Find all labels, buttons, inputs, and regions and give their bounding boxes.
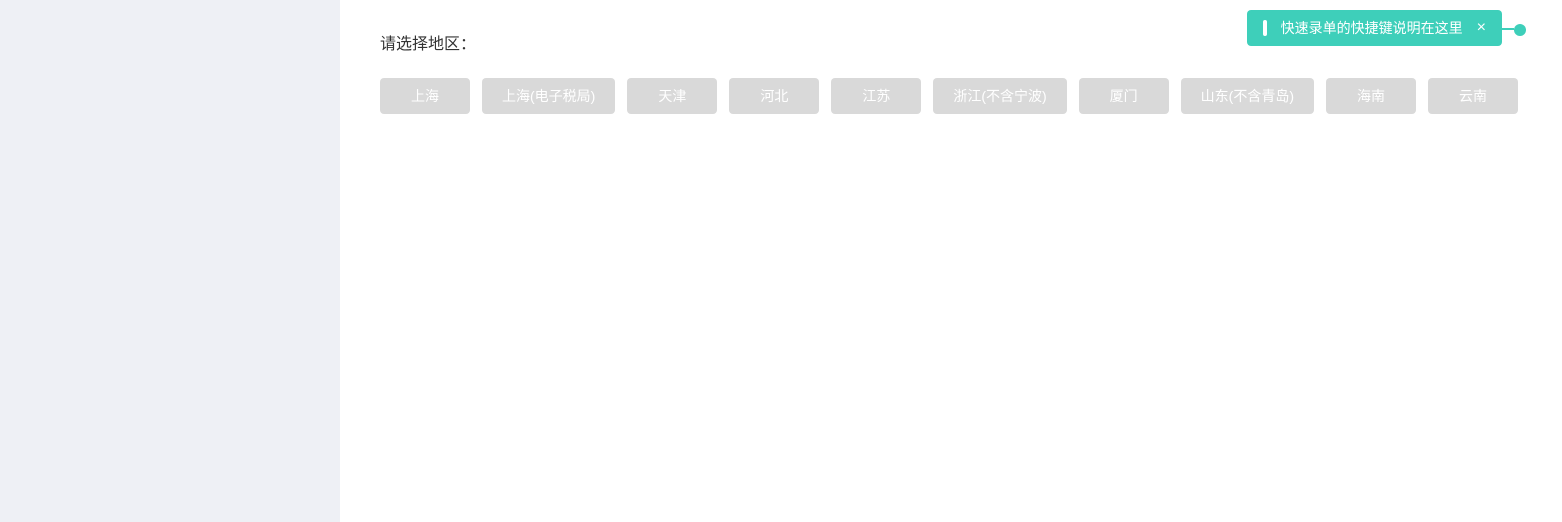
left-sidebar [0, 0, 340, 522]
region-button-tianjin[interactable]: 天津 [627, 78, 717, 114]
region-button-yunnan[interactable]: 云南 [1428, 78, 1518, 114]
region-button-jiangsu[interactable]: 江苏 [831, 78, 921, 114]
tooltip-text: 快速录单的快捷键说明在这里 [1281, 18, 1463, 38]
region-button-zhejiang[interactable]: 浙江(不含宁波) [933, 78, 1066, 114]
tooltip-bar [1263, 20, 1267, 36]
main-content: 请选择地区： 上海上海(电子税局)天津河北江苏浙江(不含宁波)厦门山东(不含青岛… [340, 0, 1562, 522]
tooltip-line [1502, 28, 1514, 30]
region-button-xiamen[interactable]: 厦门 [1079, 78, 1169, 114]
region-buttons: 上海上海(电子税局) 天津河北江苏浙江(不含宁波) 厦门山东(不含青岛) 海南云南 [380, 78, 1522, 114]
tooltip-close-button[interactable]: × [1477, 19, 1486, 37]
region-button-shandong[interactable]: 山东(不含青岛) [1181, 78, 1314, 114]
region-button-hebei[interactable]: 河北 [729, 78, 819, 114]
tooltip-banner: 快速录单的快捷键说明在这里 × [1247, 10, 1502, 46]
region-button-shanghai-etax[interactable]: 上海(电子税局) [482, 78, 615, 114]
tooltip-dot [1514, 24, 1526, 36]
region-button-shanghai[interactable]: 上海 [380, 78, 470, 114]
region-button-hainan[interactable]: 海南 [1326, 78, 1416, 114]
